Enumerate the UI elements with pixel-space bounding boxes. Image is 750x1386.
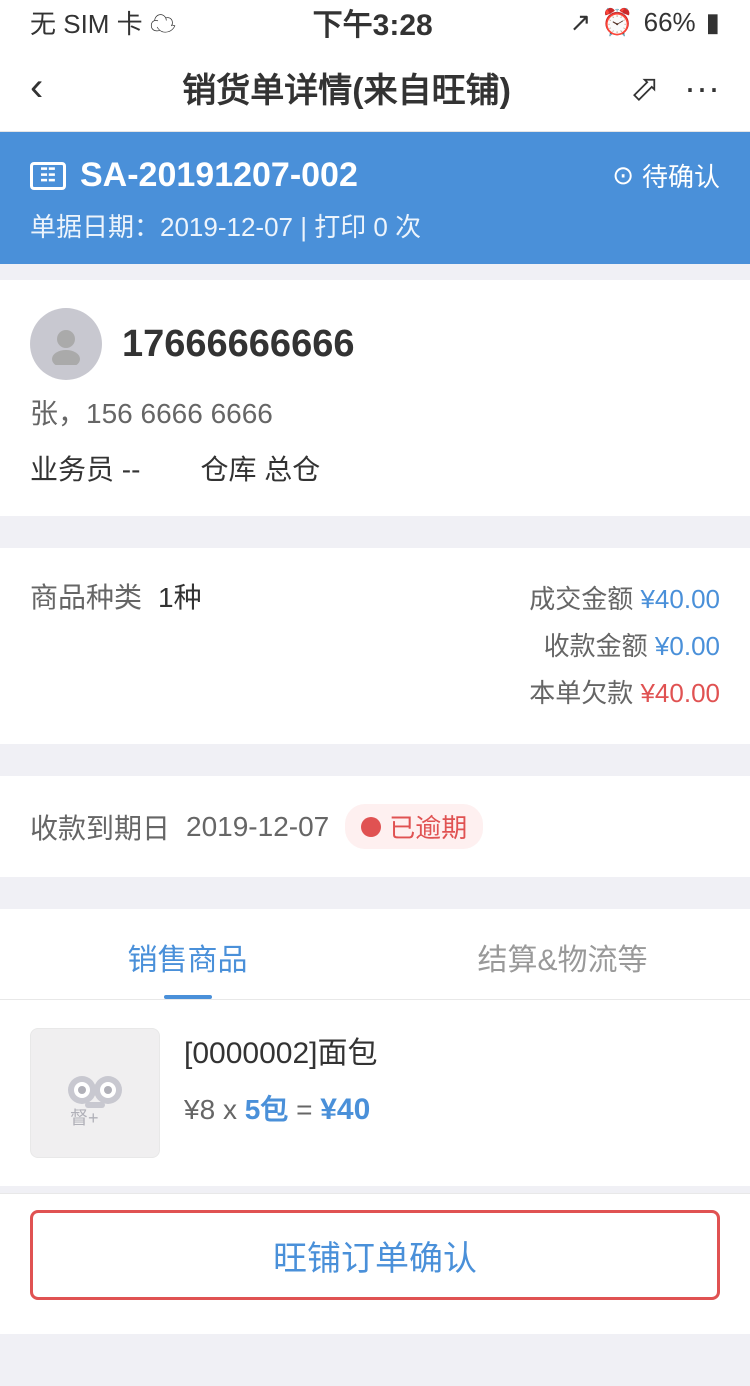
received-amount: ¥0.00 [655, 631, 720, 661]
nav-right-actions: ⬀ ··· [630, 67, 720, 109]
clock-icon: ⊙ [612, 160, 634, 191]
status-left: 无 SIM 卡 ☁ [30, 4, 176, 41]
customer-avatar [30, 308, 102, 380]
tabs-row: 销售商品 结算&物流等 [0, 909, 750, 1000]
product-quantity: 5包 [245, 1094, 289, 1125]
nav-bar: ‹ 销货单详情(来自旺铺) ⬀ ··· [0, 44, 750, 132]
order-date: 单据日期：2019-12-07 | 打印 0 次 [30, 207, 720, 244]
status-time: 下午3:28 [313, 0, 433, 44]
separator2 [0, 532, 750, 548]
bottom-bar: 旺铺订单确认 [0, 1193, 750, 1334]
owed-row: 本单欠款 ¥40.00 [529, 670, 720, 717]
status-right: ↗ ⏰ 66% ▮ [569, 7, 720, 38]
product-name: [0000002]面包 [184, 1028, 720, 1072]
separator4 [0, 893, 750, 909]
due-date-value: 2019-12-07 [186, 811, 329, 843]
alarm-icon: ⏰ [601, 7, 633, 38]
summary-section: 商品种类 1种 成交金额 ¥40.00 收款金额 ¥0.00 本单欠款 ¥40.… [0, 548, 750, 744]
confirm-button[interactable]: 旺铺订单确认 [30, 1210, 720, 1300]
overdue-badge: 已逾期 [345, 804, 483, 849]
status-bar: 无 SIM 卡 ☁ 下午3:28 ↗ ⏰ 66% ▮ [0, 0, 750, 44]
customer-row: 17666666666 [30, 308, 720, 380]
equals-sign: = [296, 1094, 320, 1125]
order-id: ☷ SA-20191207-002 [30, 156, 358, 195]
customer-phone: 17666666666 [122, 323, 354, 366]
order-icon: ☷ [30, 162, 66, 190]
warehouse-value: 总仓 [264, 454, 320, 485]
product-type-count: 1种 [158, 576, 202, 616]
received-row: 收款金额 ¥0.00 [529, 623, 720, 670]
more-icon[interactable]: ··· [684, 67, 720, 109]
warehouse-label: 仓库 总仓 [200, 448, 320, 488]
customer-meta: 业务员 -- 仓库 总仓 [30, 448, 720, 488]
overdue-icon [361, 817, 381, 837]
battery-level: 66% [644, 7, 696, 38]
separator3 [0, 760, 750, 776]
overdue-text: 已逾期 [389, 808, 467, 845]
product-section: 督+ [0000002]面包 ¥8 x 5包 = ¥40 [0, 1000, 750, 1186]
due-date-section: 收款到期日 2019-12-07 已逾期 [0, 776, 750, 877]
product-thumbnail: 督+ [30, 1028, 160, 1158]
customer-section: 17666666666 张，156 6666 6666 业务员 -- 仓库 总仓 [0, 280, 750, 516]
tab-products[interactable]: 销售商品 [0, 909, 375, 999]
location-icon: ↗ [569, 7, 591, 38]
tab-settlement[interactable]: 结算&物流等 [375, 909, 750, 999]
order-status: ⊙ 待确认 [612, 157, 720, 194]
sim-status: 无 SIM 卡 ☁ [30, 4, 176, 41]
tab-settlement-label: 结算&物流等 [477, 944, 647, 977]
confirm-button-label: 旺铺订单确认 [273, 1231, 477, 1280]
order-header: ☷ SA-20191207-002 ⊙ 待确认 单据日期：2019-12-07 … [0, 132, 750, 264]
tab-products-label: 销售商品 [128, 944, 248, 977]
product-type-label: 商品种类 [30, 576, 142, 616]
battery-icon: ▮ [706, 7, 720, 38]
owed-amount: ¥40.00 [640, 678, 720, 708]
amounts-column: 成交金额 ¥40.00 收款金额 ¥0.00 本单欠款 ¥40.00 [529, 576, 720, 716]
share-icon[interactable]: ⬀ [630, 67, 660, 109]
summary-row: 商品种类 1种 成交金额 ¥40.00 收款金额 ¥0.00 本单欠款 ¥40.… [30, 576, 720, 716]
customer-name: 张，156 6666 6666 [30, 392, 720, 432]
received-label: 收款金额 [544, 631, 648, 661]
product-unit-price: ¥8 [184, 1094, 215, 1125]
transaction-label: 成交金额 [529, 584, 633, 614]
product-info: [0000002]面包 ¥8 x 5包 = ¥40 [184, 1028, 720, 1128]
owed-label: 本单欠款 [529, 678, 633, 708]
separator1 [0, 264, 750, 280]
due-date-label: 收款到期日 [30, 807, 170, 847]
product-price-row: ¥8 x 5包 = ¥40 [184, 1088, 720, 1128]
transaction-amount: ¥40.00 [640, 584, 720, 614]
svg-text:督+: 督+ [70, 1108, 99, 1128]
page-title: 销货单详情(来自旺铺) [63, 63, 630, 112]
transaction-row: 成交金额 ¥40.00 [529, 576, 720, 623]
product-total: ¥40 [320, 1093, 370, 1126]
salesperson-value: -- [122, 454, 141, 485]
order-status-text: 待确认 [642, 157, 720, 194]
product-type-row: 商品种类 1种 [30, 576, 202, 616]
order-id-text: SA-20191207-002 [80, 156, 358, 195]
tabs-section: 销售商品 结算&物流等 [0, 909, 750, 1000]
multiply-sign: x [223, 1094, 245, 1125]
back-button[interactable]: ‹ [30, 65, 63, 110]
salesperson-label: 业务员 -- [30, 448, 140, 488]
